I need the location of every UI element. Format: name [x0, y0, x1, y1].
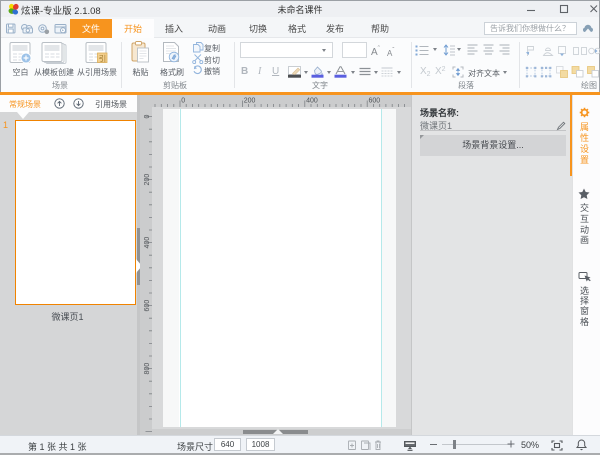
svg-text:400: 400 — [144, 237, 151, 249]
svg-text:600: 600 — [144, 300, 151, 312]
svg-text:0: 0 — [144, 115, 151, 119]
svg-text:200: 200 — [144, 174, 151, 186]
svg-text:引: 引 — [99, 54, 107, 63]
svg-text:0: 0 — [181, 98, 185, 105]
svg-text:600: 600 — [369, 98, 381, 105]
svg-text:200: 200 — [244, 98, 256, 105]
svg-text:400: 400 — [306, 98, 318, 105]
svg-text:800: 800 — [144, 363, 151, 375]
